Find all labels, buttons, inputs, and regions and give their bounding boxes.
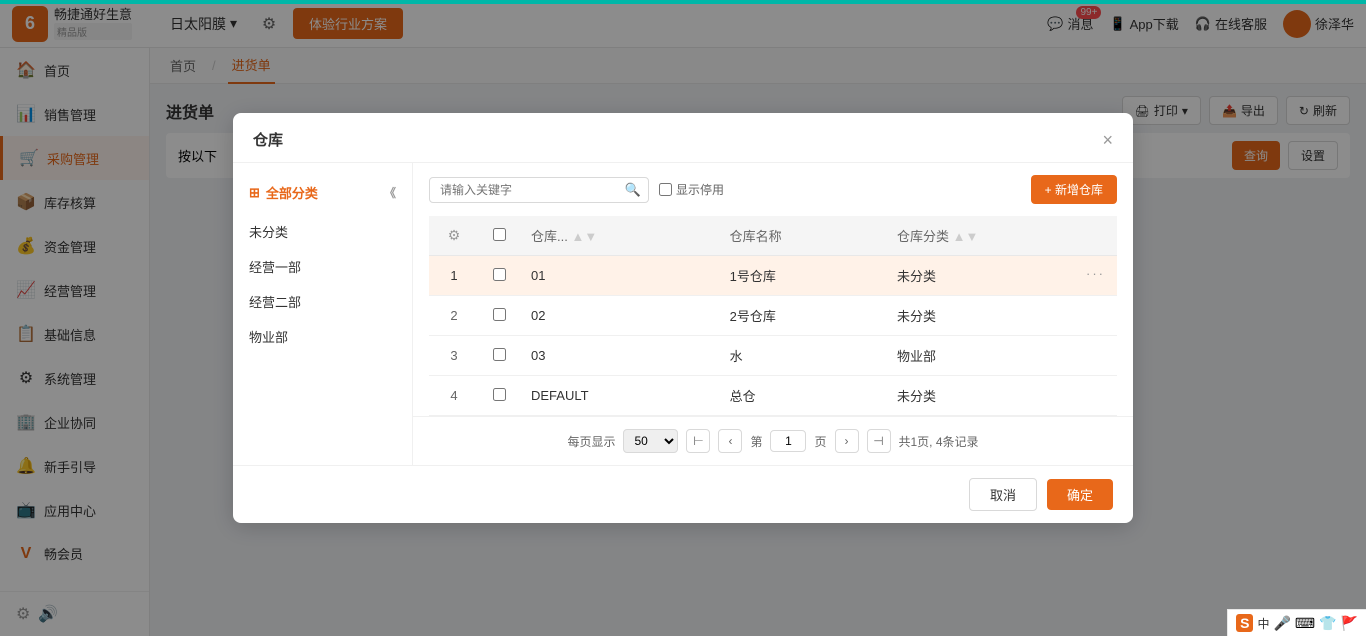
corner-text: 中 [1257, 615, 1269, 632]
page-next-btn[interactable]: › [835, 429, 859, 453]
show-disabled-checkbox[interactable] [659, 183, 672, 196]
category-panel: ⊞ 全部分类 《 未分类 经营一部 经营二部 物业部 [233, 163, 413, 465]
search-wrap: 🔍 [429, 177, 649, 203]
pagination: 每页显示 50 20 100 ⊢ ‹ 第 页 › ⊣ 共1页, 4条记录 [413, 416, 1133, 465]
corner-keyboard-icon: ⌨ [1295, 615, 1315, 632]
modal-overlay: 仓库 × ⊞ 全部分类 《 未分类 经营一部 经营二部 物业部 [0, 0, 1366, 636]
warehouse-table: ⚙ 仓库... ▲▼ 仓库名称 仓库分类 ▲▼ [429, 216, 1117, 416]
row-checkbox-cell [479, 256, 519, 296]
corner-s-icon: S [1236, 614, 1253, 632]
category-item-0[interactable]: 未分类 [233, 214, 412, 249]
add-warehouse-btn[interactable]: + 新增仓库 [1031, 175, 1117, 204]
table-row[interactable]: 2 02 2号仓库 未分类 [429, 296, 1117, 336]
row-name: 水 [718, 336, 885, 376]
table-row[interactable]: 3 03 水 物业部 [429, 336, 1117, 376]
confirm-btn[interactable]: 确定 [1047, 479, 1113, 510]
th-gear: ⚙ [429, 216, 479, 256]
row-name: 2号仓库 [718, 296, 885, 336]
table-header: ⚙ 仓库... ▲▼ 仓库名称 仓库分类 ▲▼ [429, 216, 1117, 256]
warehouse-modal: 仓库 × ⊞ 全部分类 《 未分类 经营一部 经营二部 物业部 [233, 113, 1133, 523]
row-num: 1 [429, 256, 479, 296]
page-last-btn[interactable]: ⊣ [867, 429, 891, 453]
search-icon[interactable]: 🔍 [625, 182, 641, 198]
table-panel: 🔍 显示停用 + 新增仓库 ⚙ [413, 163, 1133, 465]
th-code: 仓库... ▲▼ [519, 216, 718, 256]
row-checkbox[interactable] [493, 388, 506, 401]
row-name: 总仓 [718, 376, 885, 416]
row-num: 4 [429, 376, 479, 416]
corner-flag-icon: 🚩 [1341, 615, 1358, 632]
category-item-2[interactable]: 经营二部 [233, 284, 412, 319]
search-input[interactable] [429, 177, 649, 203]
show-disabled-label[interactable]: 显示停用 [659, 181, 724, 198]
page-label: 第 [750, 433, 762, 450]
modal-title: 仓库 [253, 129, 283, 150]
table-row[interactable]: 1 01 1号仓库 未分类 ··· [429, 256, 1117, 296]
corner-shirt-icon: 👕 [1319, 615, 1336, 632]
table-wrap: ⚙ 仓库... ▲▼ 仓库名称 仓库分类 ▲▼ [413, 216, 1133, 416]
row-code: 01 [519, 256, 718, 296]
row-code: 02 [519, 296, 718, 336]
row-name: 1号仓库 [718, 256, 885, 296]
th-category: 仓库分类 ▲▼ [885, 216, 1117, 256]
row-checkbox[interactable] [493, 308, 506, 321]
modal-footer: 取消 确定 [233, 465, 1133, 523]
row-checkbox[interactable] [493, 348, 506, 361]
modal-body: ⊞ 全部分类 《 未分类 经营一部 经营二部 物业部 🔍 [233, 163, 1133, 465]
cancel-btn[interactable]: 取消 [969, 478, 1037, 511]
row-checkbox-cell [479, 296, 519, 336]
row-checkbox-cell [479, 376, 519, 416]
row-category: 未分类 [885, 376, 1117, 416]
page-size-select[interactable]: 50 20 100 [623, 429, 678, 453]
row-category: 未分类 ··· [885, 256, 1117, 296]
collapse-icon[interactable]: 《 [384, 184, 396, 201]
page-size-label: 每页显示 [567, 433, 615, 450]
row-checkbox[interactable] [493, 268, 506, 281]
row-category: 物业部 [885, 336, 1117, 376]
table-toolbar: 🔍 显示停用 + 新增仓库 [413, 163, 1133, 216]
row-code: DEFAULT [519, 376, 718, 416]
category-all-header[interactable]: ⊞ 全部分类 《 [233, 175, 412, 214]
row-actions[interactable]: ··· [1086, 266, 1105, 281]
page-unit: 页 [814, 433, 826, 450]
th-checkbox [479, 216, 519, 256]
grid-icon: ⊞ [249, 185, 260, 201]
row-num: 3 [429, 336, 479, 376]
page-first-btn[interactable]: ⊢ [686, 429, 710, 453]
row-code: 03 [519, 336, 718, 376]
total-info: 共1页, 4条记录 [899, 433, 979, 450]
page-number-input[interactable] [770, 430, 806, 452]
page-prev-btn[interactable]: ‹ [718, 429, 742, 453]
row-num: 2 [429, 296, 479, 336]
modal-header: 仓库 × [233, 113, 1133, 163]
modal-close-btn[interactable]: × [1102, 131, 1113, 149]
category-item-3[interactable]: 物业部 [233, 319, 412, 354]
row-category: 未分类 [885, 296, 1117, 336]
table-body: 1 01 1号仓库 未分类 ··· 2 [429, 256, 1117, 416]
row-checkbox-cell [479, 336, 519, 376]
corner-mic-icon: 🎤 [1273, 615, 1290, 632]
th-name: 仓库名称 [718, 216, 885, 256]
corner-logo: S 中 🎤 ⌨ 👕 🚩 [1227, 609, 1366, 636]
table-row[interactable]: 4 DEFAULT 总仓 未分类 [429, 376, 1117, 416]
select-all-checkbox[interactable] [493, 228, 506, 241]
category-item-1[interactable]: 经营一部 [233, 249, 412, 284]
